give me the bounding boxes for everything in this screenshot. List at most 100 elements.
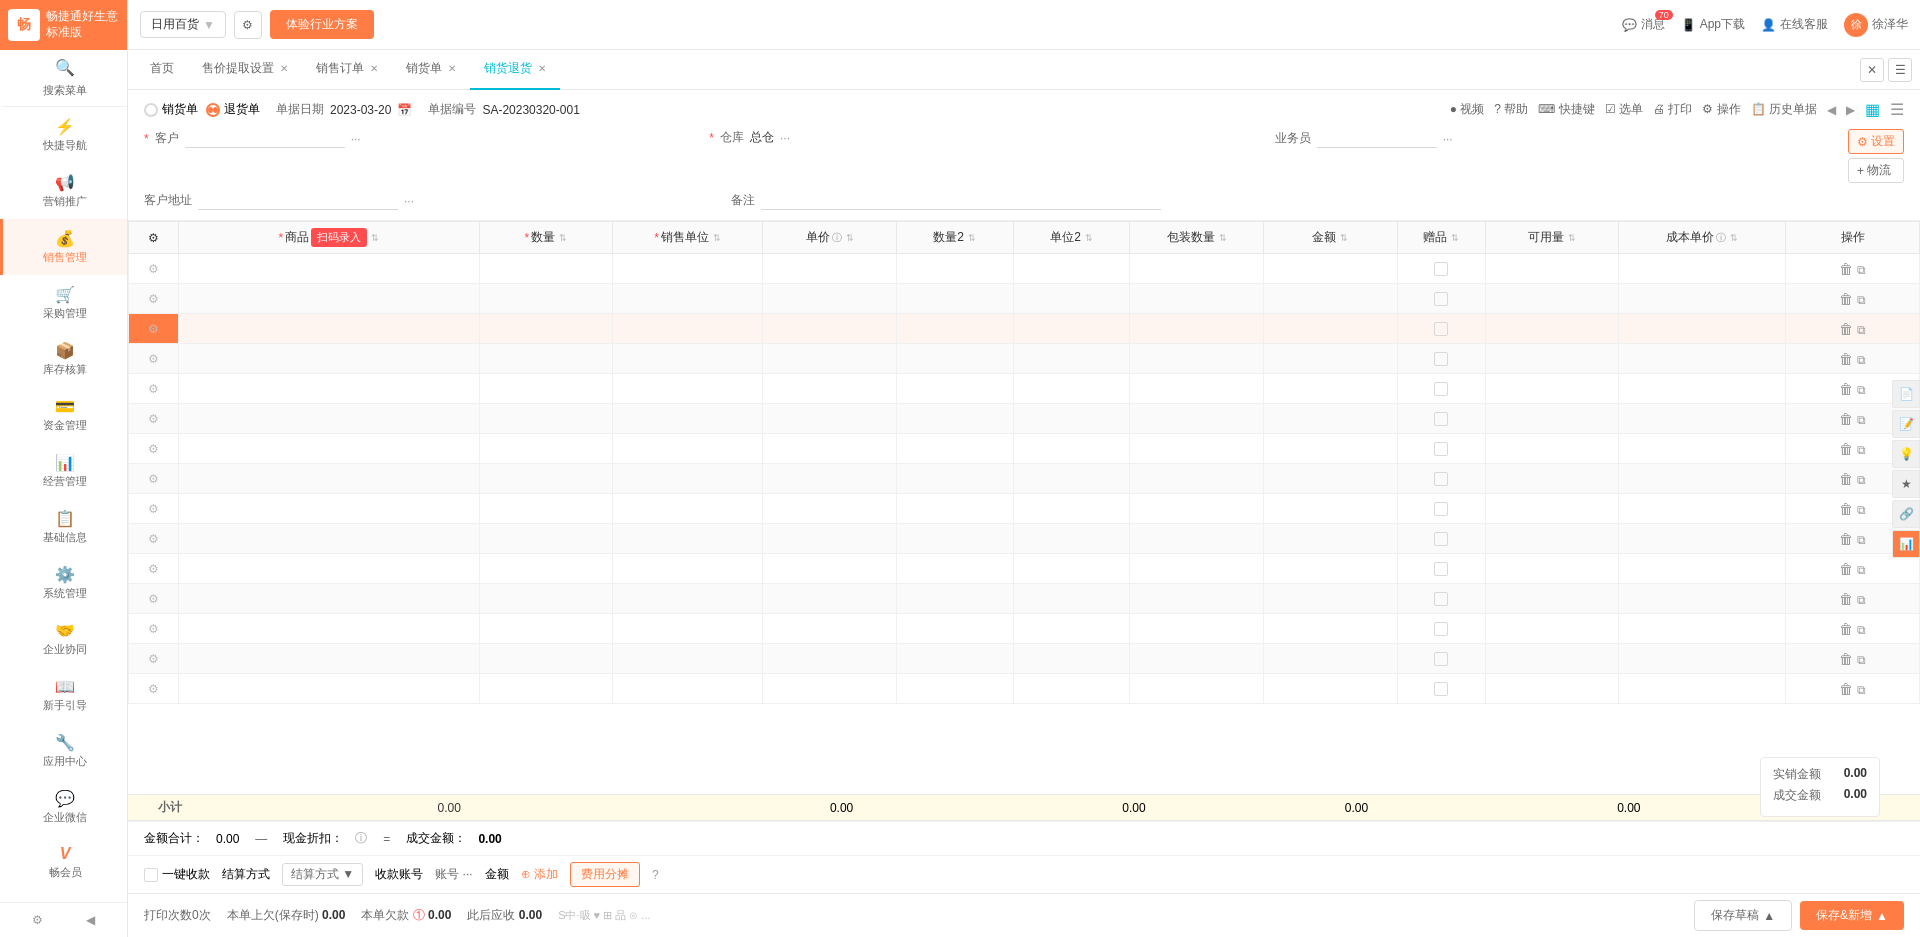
delete-row-12[interactable]: 🗑 — [1839, 591, 1853, 607]
amount-sort-icon[interactable]: ⇅ — [1340, 233, 1348, 243]
copy-row-4[interactable]: ⧉ — [1857, 353, 1866, 367]
print-button[interactable]: 🖨 打印 — [1653, 101, 1692, 118]
app-download-button[interactable]: 📱 App下载 — [1681, 16, 1745, 33]
gift-checkbox-5[interactable] — [1434, 382, 1448, 396]
sidebar-item-inventory[interactable]: 📦 库存核算 — [0, 331, 127, 387]
list-view-icon[interactable]: ☰ — [1890, 100, 1904, 119]
delete-row-11[interactable]: 🗑 — [1839, 561, 1853, 577]
row-settings-icon[interactable]: ⚙ — [148, 352, 159, 366]
available-sort-icon[interactable]: ⇅ — [1568, 233, 1576, 243]
account-select[interactable]: 账号 ··· — [435, 866, 472, 883]
row-settings-icon[interactable]: ⚙ — [148, 682, 159, 696]
delete-row-8[interactable]: 🗑 — [1839, 471, 1853, 487]
customer-select-dots[interactable]: ··· — [351, 132, 361, 146]
row-settings-icon[interactable]: ⚙ — [148, 562, 159, 576]
row-settings-icon[interactable]: ⚙ — [148, 412, 159, 426]
history-button[interactable]: 📋 历史单据 — [1751, 101, 1817, 118]
help-button[interactable]: ? 帮助 — [1494, 101, 1528, 118]
calc-method-dropdown[interactable]: 结算方式 ▼ — [282, 863, 363, 886]
shortcut-button[interactable]: ⌨ 快捷键 — [1538, 101, 1594, 118]
row-settings-icon[interactable]: ⚙ — [148, 592, 159, 606]
table-view-icon[interactable]: ▦ — [1865, 100, 1880, 119]
split-cost-button[interactable]: 费用分摊 — [570, 862, 640, 887]
gift-checkbox-10[interactable] — [1434, 532, 1448, 546]
price-sort-icon[interactable]: ⇅ — [846, 233, 854, 243]
topbar-settings-button[interactable]: ⚙ — [234, 11, 262, 39]
float-btn-6[interactable]: 📊 — [1892, 530, 1920, 558]
copy-row-1[interactable]: ⧉ — [1857, 263, 1866, 277]
user-profile-button[interactable]: 徐 徐泽华 — [1844, 13, 1908, 37]
add-payment-button[interactable]: ⊕ 添加 — [521, 866, 558, 883]
prev-record-icon[interactable]: ◀ — [1827, 103, 1836, 117]
sidebar-item-appstore[interactable]: 🔧 应用中心 — [0, 723, 127, 779]
sidebar-item-collab[interactable]: 🤝 企业协同 — [0, 611, 127, 667]
gift-checkbox-7[interactable] — [1434, 442, 1448, 456]
tab-sales-return[interactable]: 销货退货 ✕ — [470, 50, 560, 90]
close-all-tabs-button[interactable]: ✕ — [1860, 58, 1884, 82]
row-settings-icon[interactable]: ⚙ — [148, 652, 159, 666]
discount-info-icon[interactable]: ⓘ — [355, 830, 367, 847]
delete-row-5[interactable]: 🗑 — [1839, 381, 1853, 397]
next-record-icon[interactable]: ▶ — [1846, 103, 1855, 117]
save-new-button[interactable]: 保存&新增 ▲ — [1800, 901, 1904, 930]
sidebar-item-search[interactable]: 🔍 搜索菜单 — [0, 50, 127, 107]
row-settings-icon[interactable]: ⚙ — [148, 472, 159, 486]
column-settings-icon[interactable]: ⚙ — [148, 231, 159, 245]
delete-row-1[interactable]: 🗑 — [1839, 261, 1853, 277]
logistics-side-button[interactable]: + 物流 — [1848, 158, 1904, 183]
gift-checkbox-14[interactable] — [1434, 652, 1448, 666]
delete-row-4[interactable]: 🗑 — [1839, 351, 1853, 367]
gift-checkbox-13[interactable] — [1434, 622, 1448, 636]
one-key-payment-check[interactable]: 一键收款 — [144, 866, 210, 883]
qty-sort-icon[interactable]: ⇅ — [559, 233, 567, 243]
video-button[interactable]: ● 视频 — [1450, 101, 1485, 118]
address-select-dots[interactable]: ··· — [404, 194, 414, 208]
gift-checkbox-15[interactable] — [1434, 682, 1448, 696]
daily-select[interactable]: 日用百货 ▼ — [140, 11, 226, 38]
gift-checkbox-8[interactable] — [1434, 472, 1448, 486]
row-settings-icon[interactable]: ⚙ — [148, 382, 159, 396]
row-settings-icon[interactable]: ⚙ — [148, 532, 159, 546]
copy-row-9[interactable]: ⧉ — [1857, 503, 1866, 517]
tab-sales-invoice[interactable]: 销货单 ✕ — [392, 50, 470, 90]
sidebar-item-finance[interactable]: 💳 资金管理 — [0, 387, 127, 443]
sidebar-item-guide[interactable]: 📖 新手引导 — [0, 667, 127, 723]
gift-checkbox-6[interactable] — [1434, 412, 1448, 426]
sidebar-item-business[interactable]: 📊 经营管理 — [0, 443, 127, 499]
gift-sort-icon[interactable]: ⇅ — [1451, 233, 1459, 243]
unit2-sort-icon[interactable]: ⇅ — [1085, 233, 1093, 243]
save-draft-button[interactable]: 保存草稿 ▲ — [1694, 900, 1792, 931]
sidebar-item-purchase[interactable]: 🛒 采购管理 — [0, 275, 127, 331]
radio-return[interactable]: 退货单 — [206, 101, 260, 118]
calendar-icon[interactable]: 📅 — [397, 103, 412, 117]
packqty-sort-icon[interactable]: ⇅ — [1219, 233, 1227, 243]
tab-price-settings[interactable]: 售价提取设置 ✕ — [188, 50, 302, 90]
gift-checkbox-1[interactable] — [1434, 262, 1448, 276]
delete-row-3[interactable]: 🗑 — [1839, 321, 1853, 337]
copy-row-6[interactable]: ⧉ — [1857, 413, 1866, 427]
copy-row-2[interactable]: ⧉ — [1857, 293, 1866, 307]
tab-sales-order[interactable]: 销售订单 ✕ — [302, 50, 392, 90]
float-btn-4[interactable]: ★ — [1892, 470, 1920, 498]
split-help-icon[interactable]: ? — [652, 868, 659, 882]
online-service-button[interactable]: 👤 在线客服 — [1761, 16, 1828, 33]
copy-row-14[interactable]: ⧉ — [1857, 653, 1866, 667]
unit-sort-icon[interactable]: ⇅ — [713, 233, 721, 243]
float-btn-2[interactable]: 📝 — [1892, 410, 1920, 438]
gift-checkbox-4[interactable] — [1434, 352, 1448, 366]
delete-row-14[interactable]: 🗑 — [1839, 651, 1853, 667]
float-btn-5[interactable]: 🔗 — [1892, 500, 1920, 528]
warehouse-select-dots[interactable]: ··· — [780, 131, 790, 145]
delete-row-10[interactable]: 🗑 — [1839, 531, 1853, 547]
row-settings-icon[interactable]: ⚙ — [148, 622, 159, 636]
radio-sale[interactable]: 销货单 — [144, 101, 198, 118]
customer-input[interactable] — [185, 129, 345, 148]
gift-checkbox-11[interactable] — [1434, 562, 1448, 576]
copy-row-12[interactable]: ⧉ — [1857, 593, 1866, 607]
tab-close-sales-invoice[interactable]: ✕ — [448, 63, 456, 74]
row-settings-icon[interactable]: ⚙ — [148, 322, 159, 336]
gift-checkbox-9[interactable] — [1434, 502, 1448, 516]
row-settings-icon[interactable]: ⚙ — [148, 262, 159, 276]
delete-row-7[interactable]: 🗑 — [1839, 441, 1853, 457]
th-settings[interactable]: ⚙ — [129, 222, 179, 254]
